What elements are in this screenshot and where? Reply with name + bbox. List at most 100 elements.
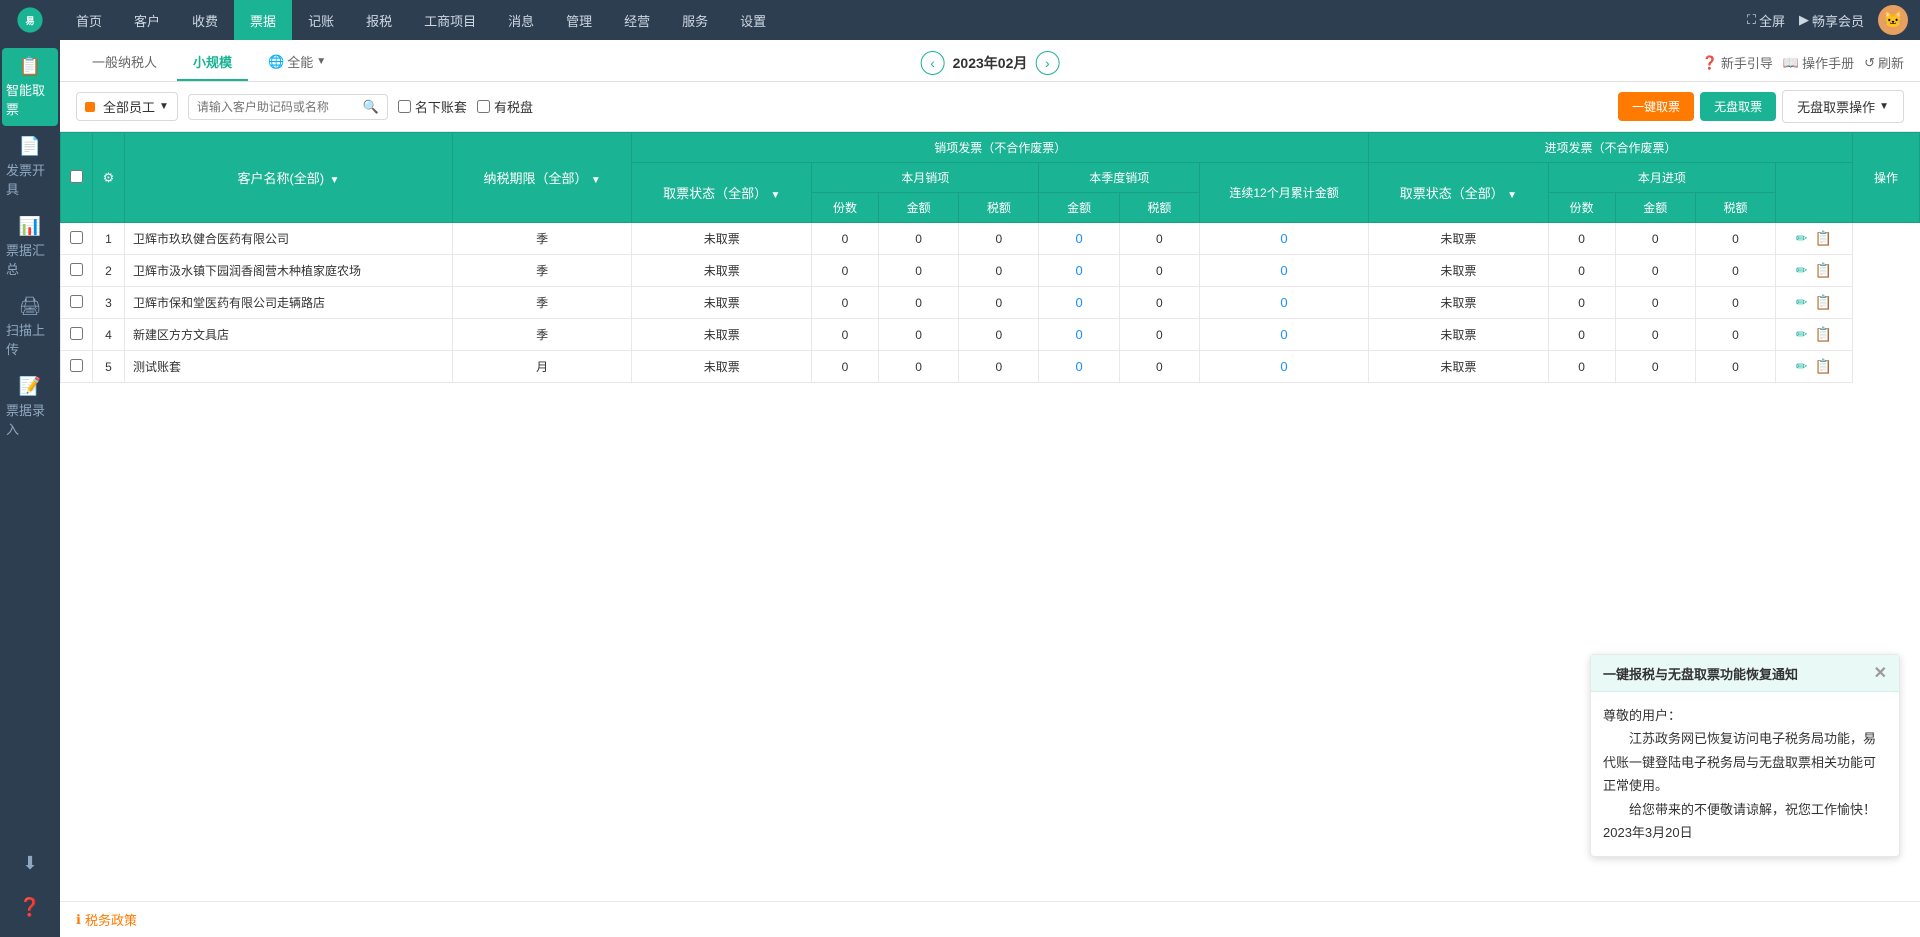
row-sales-month-amount-2: 0 (878, 287, 958, 319)
select-all-checkbox[interactable] (70, 170, 83, 183)
sidebar-item-ticket-entry[interactable]: 📝 票据录入 (2, 368, 58, 446)
globe-icon: 🌐 (268, 54, 284, 70)
one-key-ticket-button[interactable]: 一键取票 (1618, 92, 1694, 121)
row-purchase-month-amount-1: 0 (1615, 255, 1695, 287)
nav-item-business[interactable]: 经营 (608, 0, 666, 40)
orange-dot (85, 102, 95, 112)
th-checkbox[interactable] (61, 133, 93, 223)
checkbox-tax-disk-input[interactable] (477, 100, 490, 113)
nav-item-fee[interactable]: 收费 (176, 0, 234, 40)
edit-icon-4[interactable]: ✏ (1796, 358, 1808, 374)
row-sales-quarter-amount-4: 0 (1039, 351, 1119, 383)
fullscreen-icon: ⛶ (1747, 12, 1756, 28)
manual-button[interactable]: 📖 操作手册 (1783, 53, 1854, 72)
no-disk-ticket-button[interactable]: 无盘取票 (1700, 92, 1776, 121)
no-disk-ops-button[interactable]: 无盘取票操作 ▼ (1782, 90, 1904, 123)
tax-policy-link[interactable]: ℹ 税务政策 (76, 910, 137, 929)
row-name-0: 卫辉市玖玖健合医药有限公司 (125, 223, 453, 255)
period-prev-button[interactable]: ‹ (921, 51, 945, 75)
fullscreen-button[interactable]: ⛶ 全屏 (1747, 11, 1785, 30)
row-checkbox-0[interactable] (61, 223, 93, 255)
edit-icon-2[interactable]: ✏ (1796, 294, 1808, 310)
nav-item-message[interactable]: 消息 (492, 0, 550, 40)
new-guide-button[interactable]: ❓ 新手引导 (1702, 53, 1773, 72)
refresh-icon: ↺ (1864, 55, 1875, 71)
row-checkbox-3[interactable] (61, 319, 93, 351)
row-ops-4: ✏ 📋 (1776, 351, 1853, 383)
view-icon-1[interactable]: 📋 (1815, 262, 1832, 278)
employee-select[interactable]: 全部员工 ▼ (76, 92, 178, 121)
sidebar-item-invoice-issue[interactable]: 📄 发票开具 (2, 128, 58, 206)
row-purchase-status-4: 未取票 (1369, 351, 1549, 383)
search-box[interactable]: 🔍 (188, 94, 388, 120)
checkbox-account[interactable]: 名下账套 (398, 97, 467, 116)
sidebar-item-invoice-summary[interactable]: 📊 票据汇总 (2, 208, 58, 286)
view-icon-2[interactable]: 📋 (1815, 294, 1832, 310)
invoice-issue-icon: 📄 (19, 136, 41, 157)
search-icon[interactable]: 🔍 (363, 99, 379, 115)
avatar[interactable]: 🐱 (1878, 5, 1908, 35)
period-nav: ‹ 2023年02月 › (921, 51, 1060, 75)
tab-all[interactable]: 🌐 全能 ▼ (252, 44, 342, 81)
sidebar-item-smart-ticket[interactable]: 📋 智能取票 (2, 48, 58, 126)
sidebar-help-button[interactable]: ❓ (10, 887, 50, 927)
vip-button[interactable]: ▶ 畅享会员 (1799, 11, 1864, 30)
edit-icon-3[interactable]: ✏ (1796, 326, 1808, 342)
nav-item-commerce[interactable]: 工商项目 (408, 0, 492, 40)
row-sales-month-count-3: 0 (812, 319, 879, 351)
nav-item-ticket[interactable]: 票据 (234, 0, 292, 40)
nav-item-customer[interactable]: 客户 (118, 0, 176, 40)
th-setting[interactable]: ⚙ (93, 133, 125, 223)
row-name-3: 新建区方方文具店 (125, 319, 453, 351)
edit-icon-1[interactable]: ✏ (1796, 262, 1808, 278)
nav-item-manage[interactable]: 管理 (550, 0, 608, 40)
row-sales-quarter-tax-4: 0 (1119, 351, 1199, 383)
row-checkbox-2[interactable] (61, 287, 93, 319)
row-ops-3: ✏ 📋 (1776, 319, 1853, 351)
popup-scroll: 尊敬的用户： 江苏政务网已恢复访问电子税务局功能，易代账一键登陆电子税务局与无盘… (1603, 704, 1887, 844)
info-icon: ℹ (76, 912, 81, 928)
view-icon-4[interactable]: 📋 (1815, 358, 1832, 374)
row-checkbox-1[interactable] (61, 255, 93, 287)
row-purchase-month-count-3: 0 (1548, 319, 1615, 351)
nav-item-service[interactable]: 服务 (666, 0, 724, 40)
row-sales-12months-1: 0 (1200, 255, 1369, 287)
row-purchase-month-count-0: 0 (1548, 223, 1615, 255)
popup-header: 一键报税与无盘取票功能恢复通知 ✕ (1591, 655, 1899, 692)
nav-items: 首页 客户 收费 票据 记账 报税 工商项目 消息 管理 经营 服务 设置 (60, 0, 1747, 40)
row-ops-1: ✏ 📋 (1776, 255, 1853, 287)
search-input[interactable] (197, 100, 359, 114)
popup-close-button[interactable]: ✕ (1874, 663, 1887, 683)
row-checkbox-4[interactable] (61, 351, 93, 383)
filter-bar: 全部员工 ▼ 🔍 名下账套 有税盘 一键取票 无盘取票 (60, 82, 1920, 132)
row-sales-month-amount-4: 0 (878, 351, 958, 383)
tab-small-scale[interactable]: 小规模 (177, 44, 248, 81)
period-next-button[interactable]: › (1035, 51, 1059, 75)
filter-icon-purchase-status[interactable]: ▼ (1507, 190, 1517, 201)
nav-item-home[interactable]: 首页 (60, 0, 118, 40)
tab-actions: ❓ 新手引导 📖 操作手册 ↺ 刷新 (1702, 53, 1904, 72)
row-sales-12months-2: 0 (1200, 287, 1369, 319)
checkbox-account-input[interactable] (398, 100, 411, 113)
filter-icon-sales-status[interactable]: ▼ (770, 190, 780, 201)
edit-icon-0[interactable]: ✏ (1796, 230, 1808, 246)
view-icon-0[interactable]: 📋 (1815, 230, 1832, 246)
filter-icon-name[interactable]: ▼ (329, 175, 339, 186)
row-sales-month-amount-3: 0 (878, 319, 958, 351)
sidebar-download-button[interactable]: ⬇ (10, 843, 50, 883)
view-icon-3[interactable]: 📋 (1815, 326, 1832, 342)
nav-item-settings[interactable]: 设置 (724, 0, 782, 40)
nav-item-accounting[interactable]: 记账 (292, 0, 350, 40)
nav-item-tax[interactable]: 报税 (350, 0, 408, 40)
sidebar-item-scan-upload[interactable]: 🖨 扫描上传 (2, 288, 58, 366)
row-sales-status-4: 未取票 (632, 351, 812, 383)
filter-bar-left: 全部员工 ▼ 🔍 名下账套 有税盘 (76, 92, 1602, 121)
row-num-4: 5 (93, 351, 125, 383)
row-period-0: 季 (452, 223, 632, 255)
th-sales-group: 销项发票（不合作废票） (632, 133, 1369, 163)
setting-icon[interactable]: ⚙ (103, 170, 115, 185)
checkbox-tax-disk[interactable]: 有税盘 (477, 97, 533, 116)
tab-general-taxpayer[interactable]: 一般纳税人 (76, 44, 173, 81)
filter-icon-period[interactable]: ▼ (591, 175, 601, 186)
refresh-button[interactable]: ↺ 刷新 (1864, 53, 1904, 72)
